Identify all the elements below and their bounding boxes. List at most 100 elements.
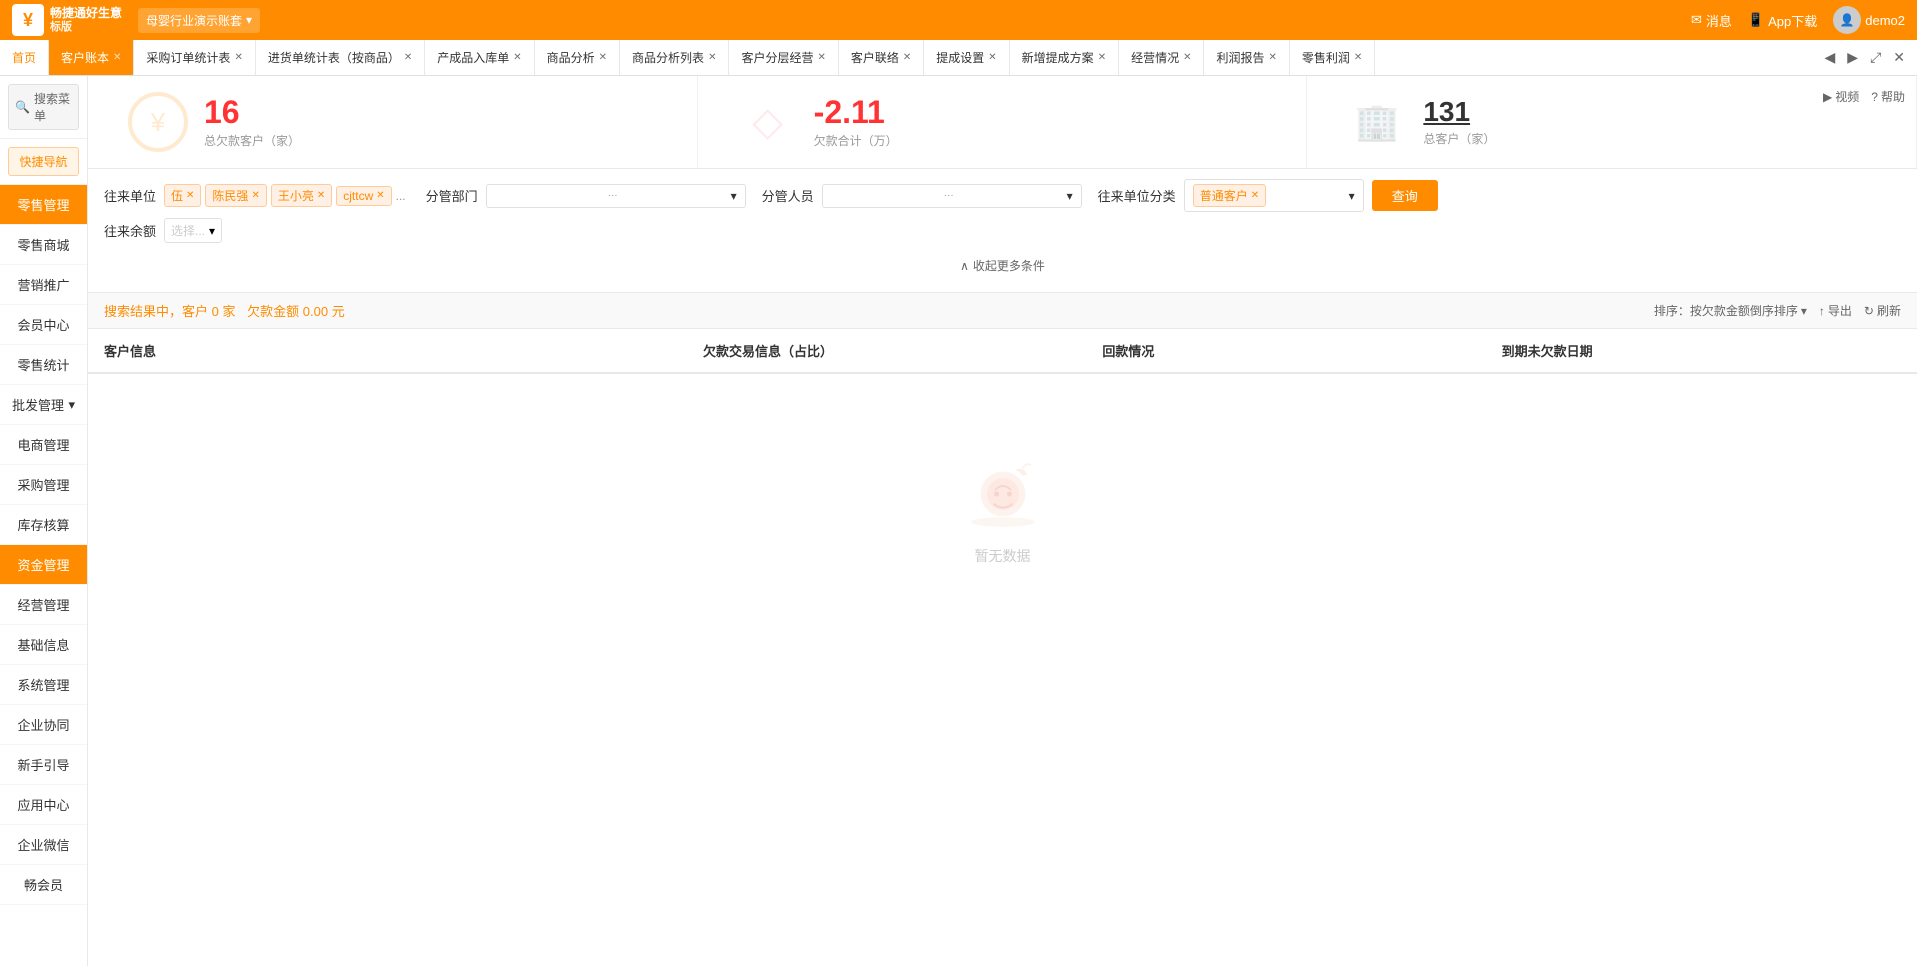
sidebar-item-system[interactable]: 系统管理: [0, 665, 87, 705]
sidebar-item-wechat[interactable]: 企业微信: [0, 825, 87, 865]
sidebar-item-operations-mgmt[interactable]: 经营管理: [0, 585, 87, 625]
close-icon[interactable]: ✕: [1354, 52, 1362, 63]
sort-select[interactable]: 排序：按欠款金额倒序排序 ▾: [1654, 302, 1807, 319]
tabs-expand-btn[interactable]: ⤢: [1866, 47, 1885, 68]
sidebar-item-newbie[interactable]: 新手引导: [0, 745, 87, 785]
close-icon[interactable]: ✕: [708, 52, 716, 63]
main-layout: 🔍 搜索菜单 快捷导航 零售管理 零售商城 营销推广 会员中心 零售统计 批发管…: [0, 76, 1917, 966]
search-menu-btn[interactable]: 🔍 搜索菜单: [8, 84, 79, 130]
tab-home[interactable]: 首页: [0, 40, 49, 75]
close-icon[interactable]: ✕: [1098, 52, 1106, 63]
sidebar-item-marketing[interactable]: 营销推广: [0, 265, 87, 305]
tab-profit-report[interactable]: 利润报告 ✕: [1204, 40, 1289, 75]
tab-retail-profit[interactable]: 零售利润 ✕: [1290, 40, 1375, 75]
tab-label: 利润报告: [1216, 49, 1264, 66]
tab-new-commission[interactable]: 新增提成方案 ✕: [1010, 40, 1119, 75]
app-name: 畅捷通好生意 标版: [50, 6, 122, 34]
tabs-close-btn[interactable]: ✕: [1889, 47, 1909, 68]
chevron-down-icon: ▾: [1801, 304, 1807, 318]
sidebar-item-purchase[interactable]: 采购管理: [0, 465, 87, 505]
help-btn[interactable]: ? 帮助: [1871, 88, 1905, 105]
close-icon[interactable]: ✕: [317, 190, 325, 201]
sidebar-item-retail-shop[interactable]: 零售商城: [0, 225, 87, 265]
export-btn[interactable]: ↑ 导出: [1819, 302, 1852, 319]
sidebar-search-area: 🔍 搜索菜单: [0, 76, 87, 139]
close-icon[interactable]: ✕: [234, 52, 242, 63]
sidebar-item-ecommerce[interactable]: 电商管理: [0, 425, 87, 465]
chevron-down-icon: ▾: [209, 224, 215, 238]
phone-icon: 📱: [1748, 12, 1764, 28]
sidebar-item-finance[interactable]: 资金管理: [0, 545, 87, 585]
tab-customer-contact[interactable]: 客户联络 ✕: [839, 40, 924, 75]
tab-purchase-order-stat[interactable]: 采购订单统计表 ✕: [134, 40, 255, 75]
sidebar-item-retail-mgmt[interactable]: 零售管理: [0, 185, 87, 225]
user-avatar[interactable]: 👤 demo2: [1833, 6, 1905, 34]
table-header: 客户信息 欠款交易信息（占比） 回款情况 到期未欠款日期: [88, 329, 1917, 374]
unit-type-tag[interactable]: 普通客户 ✕: [1193, 184, 1266, 207]
person-filter-label: 分管人员: [762, 186, 814, 205]
filter-tag-wu[interactable]: 伍 ✕: [164, 184, 201, 207]
stat-label-amount: 欠款合计（万）: [814, 132, 898, 149]
top-bar-right: ✉ 消息 📱 App下载 👤 demo2: [1691, 6, 1905, 34]
quick-nav-area: 快捷导航: [0, 139, 87, 185]
query-button[interactable]: 查询: [1372, 180, 1438, 211]
tab-product-inbound[interactable]: 产成品入库单 ✕: [425, 40, 534, 75]
stat-info-customers: 16 总欠款客户（家）: [204, 96, 300, 149]
sidebar-item-wholesale[interactable]: 批发管理 ▾: [0, 385, 87, 425]
diamond-icon: ◇: [738, 92, 798, 152]
person-select[interactable]: ··· ▾: [822, 184, 1082, 208]
more-tags-btn[interactable]: ...: [396, 189, 406, 203]
tab-purchase-stat-product[interactable]: 进货单统计表（按商品） ✕: [256, 40, 425, 75]
close-icon[interactable]: ✕: [513, 52, 521, 63]
close-icon[interactable]: ✕: [1269, 52, 1277, 63]
tab-customer-ledger[interactable]: 客户账本 ✕: [49, 40, 134, 75]
tab-customer-segment[interactable]: 客户分层经营 ✕: [729, 40, 838, 75]
tab-product-analysis-list[interactable]: 商品分析列表 ✕: [620, 40, 729, 75]
sidebar-item-app-center[interactable]: 应用中心: [0, 785, 87, 825]
tabs-prev-btn[interactable]: ◀: [1821, 47, 1840, 68]
close-icon[interactable]: ✕: [376, 190, 384, 201]
filter-tag-chen[interactable]: 陈民强 ✕: [205, 184, 266, 207]
th-customer-info: 客户信息: [104, 341, 703, 360]
app-download-btn[interactable]: 📱 App下载: [1748, 11, 1817, 30]
stats-actions: ▶ 视频 ? 帮助: [1823, 88, 1905, 105]
close-icon[interactable]: ✕: [251, 190, 259, 201]
close-icon[interactable]: ✕: [903, 52, 911, 63]
company-select[interactable]: 母婴行业演示账套 ▾: [138, 8, 260, 33]
filter-tag-cjttcw[interactable]: cjttcw ✕: [336, 186, 391, 206]
tab-commission-settings[interactable]: 提成设置 ✕: [924, 40, 1009, 75]
filter-row-1: 往来单位 伍 ✕ 陈民强 ✕ 王小亮 ✕ cjttcw: [104, 179, 1901, 212]
unit-type-select[interactable]: 普通客户 ✕ ▾: [1184, 179, 1364, 212]
avatar: 👤: [1833, 6, 1861, 34]
sidebar-item-member[interactable]: 畅会员: [0, 865, 87, 905]
close-icon[interactable]: ✕: [1251, 190, 1259, 201]
close-icon[interactable]: ✕: [113, 52, 121, 63]
result-info: 搜索结果中，客户 0 家 欠款金额 0.00 元: [104, 301, 345, 320]
stat-info-total: 131 总客户（家）: [1423, 98, 1495, 147]
stat-info-amount: -2.11 欠款合计（万）: [814, 96, 898, 149]
tabs-next-btn[interactable]: ▶: [1843, 47, 1862, 68]
close-icon[interactable]: ✕: [817, 52, 825, 63]
filter-tag-wang[interactable]: 王小亮 ✕: [271, 184, 332, 207]
quick-nav-btn[interactable]: 快捷导航: [8, 147, 79, 176]
filter-bar: 往来单位 伍 ✕ 陈民强 ✕ 王小亮 ✕ cjttcw: [88, 169, 1917, 293]
sidebar-item-retail-stats[interactable]: 零售统计: [0, 345, 87, 385]
balance-select[interactable]: 选择... ▾: [164, 218, 222, 243]
collapse-filter-btn[interactable]: ∧ 收起更多条件: [952, 253, 1053, 278]
close-icon[interactable]: ✕: [1183, 52, 1191, 63]
close-icon[interactable]: ✕: [404, 52, 412, 63]
sidebar-item-member-center[interactable]: 会员中心: [0, 305, 87, 345]
dept-select[interactable]: ··· ▾: [486, 184, 746, 208]
sidebar-item-inventory[interactable]: 库存核算: [0, 505, 87, 545]
sidebar-item-basic-info[interactable]: 基础信息: [0, 625, 87, 665]
message-btn[interactable]: ✉ 消息: [1691, 11, 1732, 30]
video-btn[interactable]: ▶ 视频: [1823, 88, 1859, 105]
close-icon[interactable]: ✕: [988, 52, 996, 63]
tab-product-analysis[interactable]: 商品分析 ✕: [535, 40, 620, 75]
tab-label: 零售利润: [1302, 49, 1350, 66]
refresh-btn[interactable]: ↻ 刷新: [1864, 302, 1901, 319]
sidebar-item-enterprise[interactable]: 企业协同: [0, 705, 87, 745]
close-icon[interactable]: ✕: [599, 52, 607, 63]
tab-operations[interactable]: 经营情况 ✕: [1119, 40, 1204, 75]
close-icon[interactable]: ✕: [186, 190, 194, 201]
